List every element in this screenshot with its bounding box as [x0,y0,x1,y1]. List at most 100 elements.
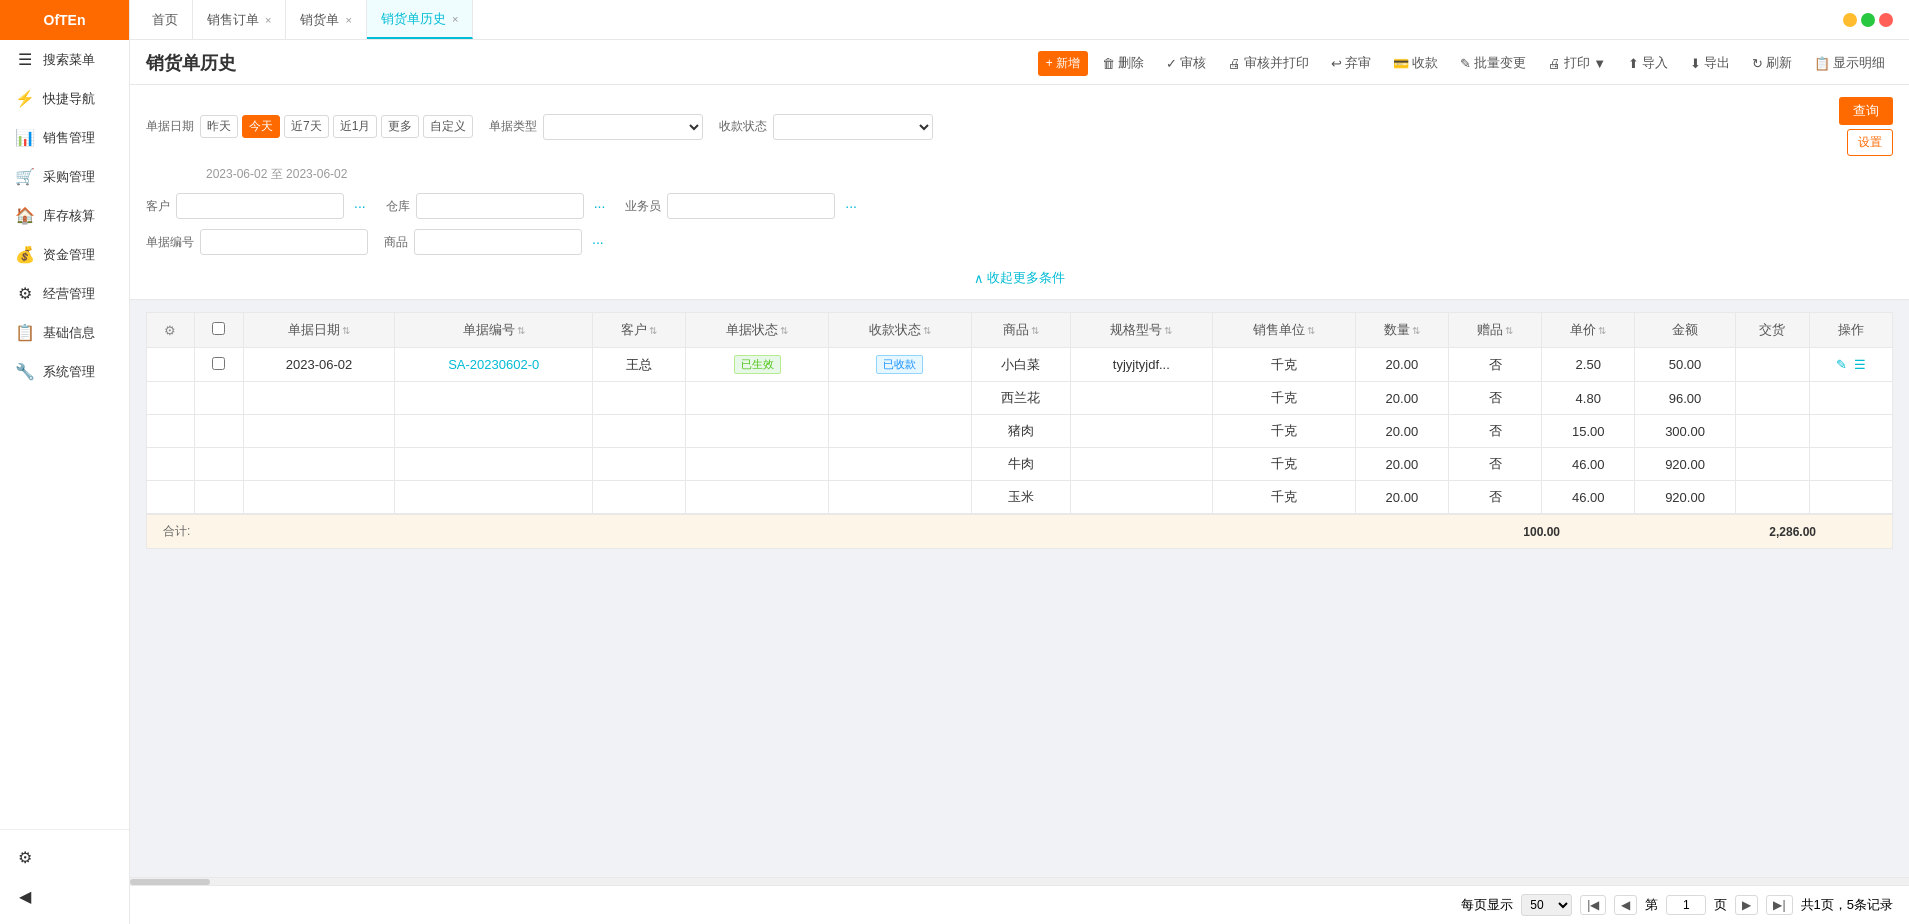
col-settings[interactable]: ⚙ [147,313,195,348]
cell-customer [593,415,686,448]
salesperson-input[interactable] [667,193,835,219]
tab-sales-shipment-close-icon[interactable]: × [345,14,351,26]
window-minimize-btn[interactable] [1843,13,1857,27]
customer-input[interactable] [176,193,344,219]
sidebar-item-inventory[interactable]: 🏠 库存核算 [0,196,129,235]
col-doc-status[interactable]: 单据状态⇅ [686,313,829,348]
abandon-button[interactable]: ↩ 弃审 [1323,50,1379,76]
warehouse-input[interactable] [416,193,584,219]
cell-doc-date [243,415,394,448]
collect-button[interactable]: 💳 收款 [1385,50,1446,76]
tab-sales-order[interactable]: 销售订单 × [193,0,286,39]
window-close-btn[interactable] [1879,13,1893,27]
col-unit-price[interactable]: 单价⇅ [1542,313,1635,348]
filter-doc-no-group: 单据编号 [146,229,368,255]
doc-no-input[interactable] [200,229,368,255]
col-sales-unit[interactable]: 销售单位⇅ [1213,313,1356,348]
date-btn-1month[interactable]: 近1月 [333,115,378,138]
doc-type-select[interactable] [543,114,703,140]
col-quantity[interactable]: 数量⇅ [1355,313,1448,348]
edit-btn[interactable]: ✎ [1836,357,1847,372]
page-size-select[interactable]: 50 100 200 [1521,894,1572,916]
salesperson-ellipsis-btn[interactable]: ··· [841,198,861,214]
cell-checkbox [194,448,243,481]
goods-input[interactable] [414,229,582,255]
tab-sales-history-close-icon[interactable]: × [452,13,458,25]
col-gift[interactable]: 赠品⇅ [1448,313,1541,348]
window-controls [1843,13,1901,27]
page-number-input[interactable] [1666,895,1706,915]
cell-gift: 否 [1448,448,1541,481]
sidebar-item-ops-mgmt[interactable]: ⚙ 经营管理 [0,274,129,313]
scrollbar-thumb[interactable] [130,879,210,885]
sidebar-item-sales-mgmt[interactable]: 📊 销售管理 [0,118,129,157]
date-btn-7days[interactable]: 近7天 [284,115,329,138]
show-detail-button[interactable]: 📋 显示明细 [1806,50,1893,76]
prev-page-btn[interactable]: ◀ [1614,895,1637,915]
batch-change-button[interactable]: ✎ 批量变更 [1452,50,1534,76]
cell-operation[interactable] [1809,415,1892,448]
sidebar-settings-btn[interactable]: ⚙ [0,838,129,877]
cell-operation[interactable]: ✎ ☰ [1809,348,1892,382]
print-button[interactable]: 🖨 打印 ▼ [1540,50,1614,76]
sidebar-item-finance-mgmt[interactable]: 💰 资金管理 [0,235,129,274]
gear-icon[interactable]: ⚙ [164,323,176,338]
filter-settings-button[interactable]: 设置 [1847,129,1893,156]
tab-home[interactable]: 首页 [138,0,193,39]
refresh-button[interactable]: ↻ 刷新 [1744,50,1800,76]
footer-label: 合计: [163,523,190,540]
select-all-checkbox[interactable] [212,322,225,335]
date-btn-yesterday[interactable]: 昨天 [200,115,238,138]
row-checkbox[interactable] [212,357,225,370]
col-goods[interactable]: 商品⇅ [971,313,1070,348]
col-customer[interactable]: 客户⇅ [593,313,686,348]
sidebar-item-base-info[interactable]: 📋 基础信息 [0,313,129,352]
col-payment-status[interactable]: 收款状态⇅ [828,313,971,348]
delete-button[interactable]: 🗑 删除 [1094,50,1152,76]
col-doc-date[interactable]: 单据日期⇅ [243,313,394,348]
payment-status-badge: 已收款 [876,355,923,374]
col-doc-no[interactable]: 单据编号⇅ [395,313,593,348]
date-btn-custom[interactable]: 自定义 [423,115,473,138]
add-button[interactable]: + 新增 [1038,51,1088,76]
tab-sales-history[interactable]: 销货单历史 × [367,0,473,39]
tab-sales-shipment[interactable]: 销货单 × [286,0,366,39]
horizontal-scrollbar[interactable] [130,877,1909,885]
query-button[interactable]: 查询 [1839,97,1893,125]
customer-ellipsis-btn[interactable]: ··· [350,198,370,214]
payment-status-select[interactable] [773,114,933,140]
next-page-btn[interactable]: ▶ [1735,895,1758,915]
audit-button[interactable]: ✓ 审核 [1158,50,1214,76]
cell-operation[interactable] [1809,382,1892,415]
sidebar-item-label-sys: 系统管理 [43,363,95,381]
sidebar-item-sys-mgmt[interactable]: 🔧 系统管理 [0,352,129,391]
collapse-filter-btn[interactable]: ∧ 收起更多条件 [146,265,1893,291]
sidebar-item-label-ops: 经营管理 [43,285,95,303]
cell-doc-date [243,481,394,514]
window-maximize-btn[interactable] [1861,13,1875,27]
sidebar-item-purchase-mgmt[interactable]: 🛒 采购管理 [0,157,129,196]
import-button[interactable]: ⬆ 导入 [1620,50,1676,76]
abandon-icon: ↩ [1331,56,1342,71]
warehouse-ellipsis-btn[interactable]: ··· [590,198,610,214]
base-info-icon: 📋 [15,323,35,342]
last-page-btn[interactable]: ▶| [1766,895,1792,915]
audit-print-button[interactable]: 🖨 审核并打印 [1220,50,1317,76]
cell-operation[interactable] [1809,448,1892,481]
view-btn[interactable]: ☰ [1854,357,1866,372]
col-spec[interactable]: 规格型号⇅ [1070,313,1213,348]
sort-unit-price-icon: ⇅ [1598,325,1606,336]
sidebar-item-quick-nav[interactable]: ⚡ 快捷导航 [0,79,129,118]
date-btn-today[interactable]: 今天 [242,115,280,138]
cell-operation[interactable] [1809,481,1892,514]
goods-ellipsis-btn[interactable]: ··· [588,234,608,250]
export-button[interactable]: ⬇ 导出 [1682,50,1738,76]
sidebar-item-search-menu[interactable]: ☰ 搜索菜单 [0,40,129,79]
sidebar-collapse-btn[interactable]: ◀ [0,877,129,916]
tab-sales-order-close-icon[interactable]: × [265,14,271,26]
sidebar-item-label-sales: 销售管理 [43,129,95,147]
date-btn-more[interactable]: 更多 [381,115,419,138]
first-page-btn[interactable]: |◀ [1580,895,1606,915]
cell-doc-no [395,382,593,415]
finance-mgmt-icon: 💰 [15,245,35,264]
